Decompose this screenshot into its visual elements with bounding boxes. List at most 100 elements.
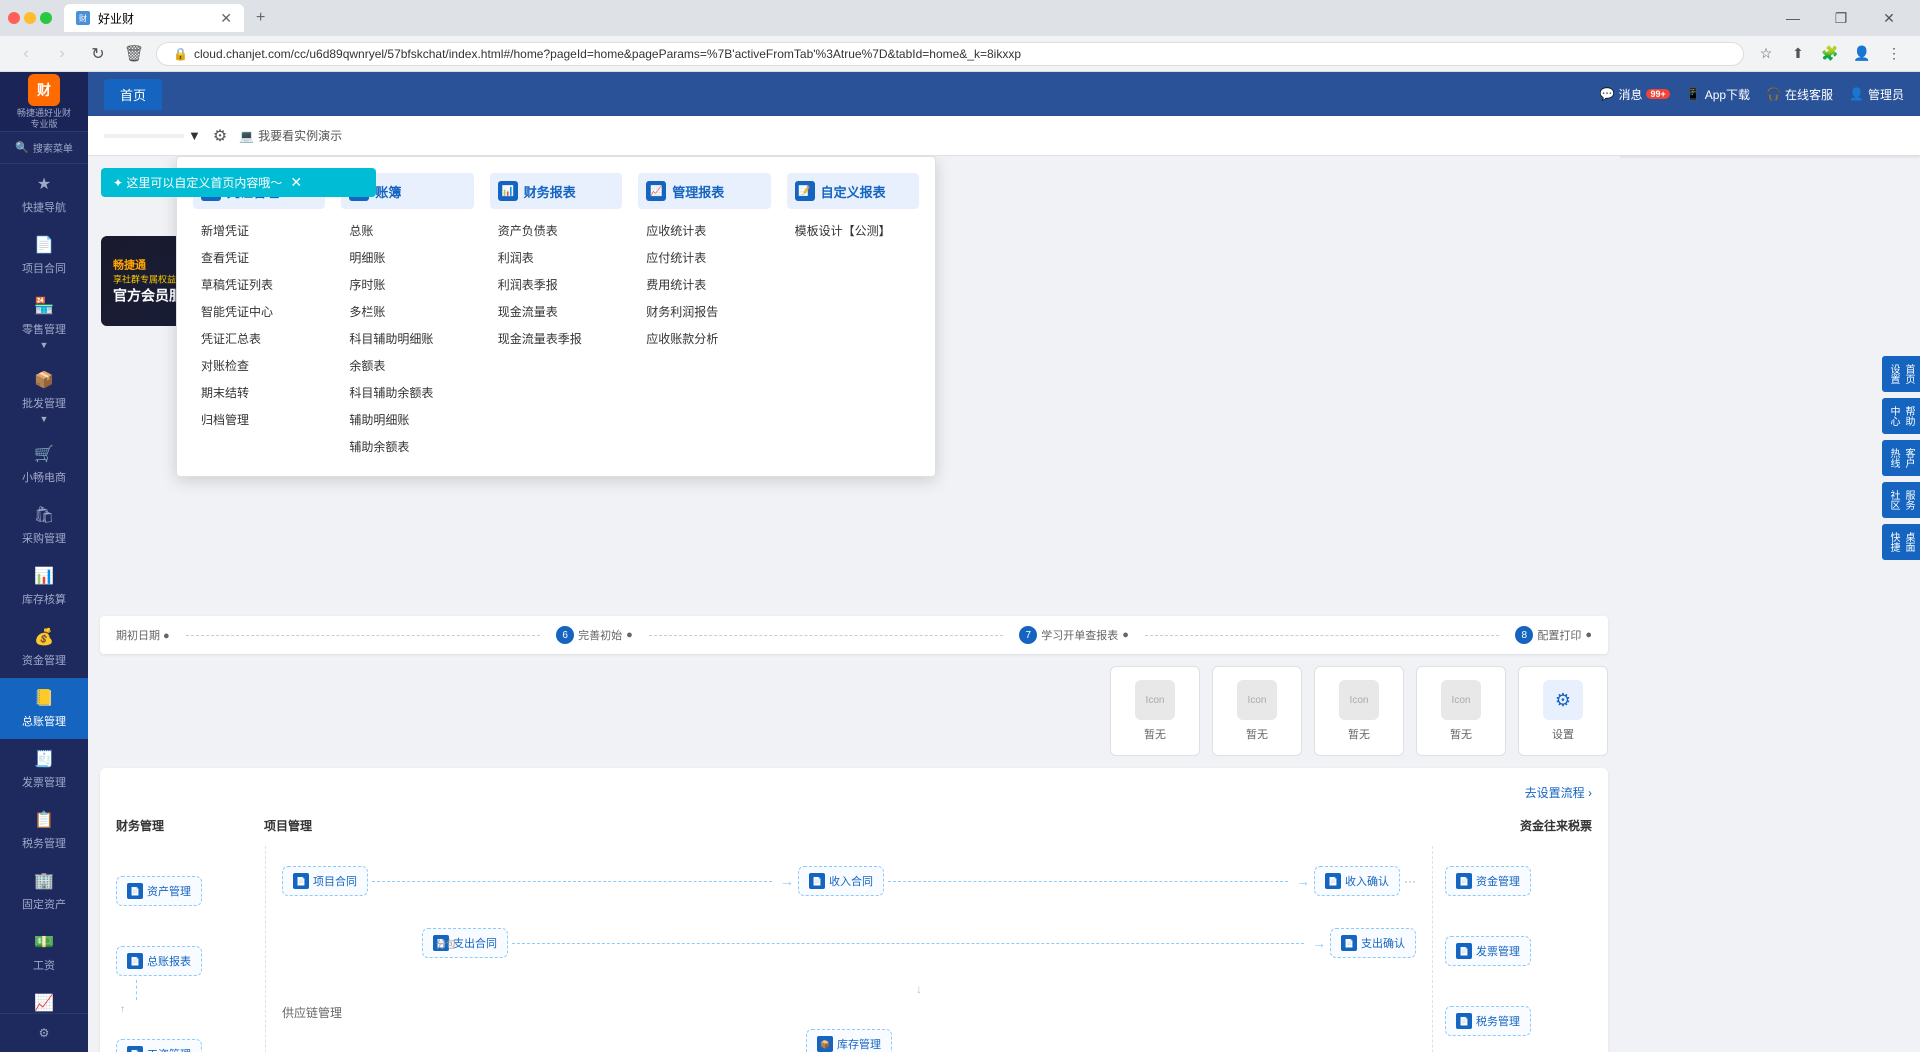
browser-close-btn[interactable] — [8, 12, 20, 24]
menu-item-mingxi[interactable]: 明细账 — [341, 244, 473, 271]
flow-box-gongzi[interactable]: 📄 工资管理 — [116, 1039, 202, 1052]
sidebar-item-xiangmu[interactable]: 📄 项目合同 — [0, 225, 88, 286]
address-input[interactable]: 🔒 cloud.chanjet.com/cc/u6d89qwnryel/57bf… — [156, 42, 1744, 66]
bookmark-icon[interactable]: ☆ — [1752, 40, 1780, 68]
menu-item-kemu-fuz[interactable]: 科目辅助明细账 — [341, 325, 473, 352]
new-tab-btn[interactable]: + — [248, 4, 273, 32]
messages-btn[interactable]: 💬 消息 99+ — [1600, 86, 1670, 103]
menu-item-muban[interactable]: 模板设计【公测】 — [787, 217, 919, 244]
menu-item-huizong[interactable]: 凭证汇总表 — [193, 325, 325, 352]
icon-card-1[interactable]: Icon 暂无 — [1110, 666, 1200, 756]
flow-box-fapiao-right[interactable]: 📄 发票管理 — [1445, 936, 1531, 966]
extensions-icon[interactable]: 🧩 — [1816, 40, 1844, 68]
sidebar-item-caigou[interactable]: 🛍 采购管理 — [0, 495, 88, 556]
menu-header-guanli[interactable]: 📈 管理报表 — [638, 173, 770, 209]
menu-item-caogao[interactable]: 草稿凭证列表 — [193, 271, 325, 298]
sidebar-item-lingshou[interactable]: 🏪 零售管理 ▼ — [0, 286, 88, 360]
icon-card-settings[interactable]: ⚙ 设置 — [1518, 666, 1608, 756]
sidebar-item-kuaijie[interactable]: ★ 快捷导航 — [0, 164, 88, 225]
browser-max-btn[interactable] — [40, 12, 52, 24]
step-7[interactable]: 7 学习开单查报表 ● — [1019, 626, 1129, 644]
win-min-btn[interactable]: — — [1770, 0, 1816, 36]
sidebar-item-pifa[interactable]: 📦 批发管理 ▼ — [0, 360, 88, 434]
app-download-btn[interactable]: 📱 App下载 — [1686, 86, 1750, 103]
profile-icon[interactable]: 👤 — [1848, 40, 1876, 68]
flow-box-shouru-hetong[interactable]: 📄 收入合同 — [798, 866, 884, 896]
menu-item-duolan[interactable]: 多栏账 — [341, 298, 473, 325]
sidebar-item-kucun[interactable]: 📊 库存核算 — [0, 556, 88, 617]
menu-item-fuz-yue[interactable]: 辅助余额表 — [341, 433, 473, 460]
company-settings-btn[interactable]: ⚙ — [213, 126, 227, 146]
menu-item-lirun[interactable]: 利润表 — [490, 244, 622, 271]
search-menu[interactable]: 🔍 搜索菜单 — [0, 132, 88, 164]
browser-min-btn[interactable] — [24, 12, 36, 24]
step-6[interactable]: 6 完善初始 ● — [556, 626, 633, 644]
xiangmu-hetong-icon: 📄 — [293, 873, 309, 889]
sidebar-settings-btn[interactable]: ⚙ — [0, 1013, 88, 1052]
flow-box-zhangbiao[interactable]: 📄 总账报表 — [116, 946, 202, 976]
back-btn[interactable]: ‹ — [12, 40, 40, 68]
win-max-btn[interactable]: ❐ — [1818, 0, 1864, 36]
menu-header-caiwu[interactable]: 📊 财务报表 — [490, 173, 622, 209]
menu-header-zidingyi[interactable]: 📝 自定义报表 — [787, 173, 919, 209]
home-tab[interactable]: 首页 — [104, 79, 162, 110]
menu-item-caiwu-lirun[interactable]: 财务利润报告 — [638, 298, 770, 325]
icon-card-2[interactable]: Icon 暂无 — [1212, 666, 1302, 756]
sidebar-item-fapiao[interactable]: 🧾 发票管理 — [0, 739, 88, 800]
menu-item-feiyong[interactable]: 费用统计表 — [638, 271, 770, 298]
menu-item-zhineng[interactable]: 智能凭证中心 — [193, 298, 325, 325]
menu-item-xianjin-jibao[interactable]: 现金流量表季报 — [490, 325, 622, 352]
menu-item-fuz-mingxi[interactable]: 辅助明细账 — [341, 406, 473, 433]
flow-box-zhichu-queren[interactable]: 📄 支出确认 — [1330, 928, 1416, 958]
online-service-btn[interactable]: 🎧 在线客服 — [1766, 86, 1833, 103]
menu-item-xinzeng[interactable]: 新增凭证 — [193, 217, 325, 244]
sidebar-item-zhanguan[interactable]: 📒 总账管理 — [0, 678, 88, 739]
forward-btn[interactable]: › — [48, 40, 76, 68]
menu-icon[interactable]: ⋮ — [1880, 40, 1908, 68]
sidebar-item-jingying[interactable]: 📈 经营管理 — [0, 983, 88, 1013]
guding-label: 固定资产 — [22, 896, 66, 912]
demo-btn[interactable]: 💻 我要看实例演示 — [239, 127, 342, 144]
company-selector[interactable]: ▼ — [104, 128, 201, 143]
customize-close-btn[interactable]: ✕ — [290, 174, 302, 191]
sidebar-item-shuiwu[interactable]: 📋 税务管理 — [0, 800, 88, 861]
icon-card-3[interactable]: Icon 暂无 — [1314, 666, 1404, 756]
upload-icon[interactable]: ⬆ — [1784, 40, 1812, 68]
menu-item-yingfu[interactable]: 应付统计表 — [638, 244, 770, 271]
flow-box-shouru-queren[interactable]: 📄 收入确认 — [1314, 866, 1400, 896]
user-profile-btn[interactable]: 👤 管理员 — [1849, 86, 1904, 103]
menu-item-guidang[interactable]: 归档管理 — [193, 406, 325, 433]
menu-item-chakan[interactable]: 查看凭证 — [193, 244, 325, 271]
flow-box-shuiwu-right[interactable]: 📄 税务管理 — [1445, 1006, 1531, 1036]
menu-item-zichan-fuzhai[interactable]: 资产负债表 — [490, 217, 622, 244]
menu-item-yingshou[interactable]: 应收统计表 — [638, 217, 770, 244]
step-sep1 — [186, 635, 540, 636]
flow-box-kucun[interactable]: 📦 库存管理 — [806, 1029, 892, 1052]
menu-item-xianjin-liuliang[interactable]: 现金流量表 — [490, 298, 622, 325]
flow-box-zhichu-hetong[interactable]: 📄 支出合同 — [422, 928, 508, 958]
delete-btn[interactable]: 🗑 — [120, 40, 148, 68]
menu-item-zongzhang[interactable]: 总账 — [341, 217, 473, 244]
sidebar-item-gudingzichan[interactable]: 🏢 固定资产 — [0, 861, 88, 922]
win-close-btn[interactable]: ✕ — [1866, 0, 1912, 36]
menu-item-qimo[interactable]: 期末结转 — [193, 379, 325, 406]
flow-box-zijin-right[interactable]: 📄 资金管理 — [1445, 866, 1531, 896]
tab-close-btn[interactable]: ✕ — [220, 10, 232, 27]
menu-item-kemu-yue[interactable]: 科目辅助余额表 — [341, 379, 473, 406]
menu-item-yue[interactable]: 余额表 — [341, 352, 473, 379]
menu-item-xushi[interactable]: 序时账 — [341, 271, 473, 298]
sidebar-item-xiaochang[interactable]: 🛒 小畅电商 — [0, 434, 88, 495]
set-flow-link[interactable]: 去设置流程 › — [1525, 784, 1592, 801]
menu-item-yingshou-fenxi[interactable]: 应收账款分析 — [638, 325, 770, 352]
reload-btn[interactable]: ↻ — [84, 40, 112, 68]
menu-item-lirun-jibao[interactable]: 利润表季报 — [490, 271, 622, 298]
sidebar-item-zijin[interactable]: 💰 资金管理 — [0, 617, 88, 678]
flow-box-xiangmu-hetong[interactable]: 📄 项目合同 — [282, 866, 368, 896]
dropdown-menu: 📋 凭证管理 新增凭证 查看凭证 草稿凭证列表 智能凭证中心 凭证汇总表 对账检… — [176, 156, 936, 477]
active-tab[interactable]: 财 好业财 ✕ — [64, 4, 244, 32]
sidebar-item-gongzi[interactable]: 💵 工资 — [0, 922, 88, 983]
flow-box-zichan[interactable]: 📄 资产管理 — [116, 876, 202, 906]
icon-card-4[interactable]: Icon 暂无 — [1416, 666, 1506, 756]
menu-item-duizhang[interactable]: 对账检查 — [193, 352, 325, 379]
step-8[interactable]: 8 配置打印 ● — [1515, 626, 1592, 644]
